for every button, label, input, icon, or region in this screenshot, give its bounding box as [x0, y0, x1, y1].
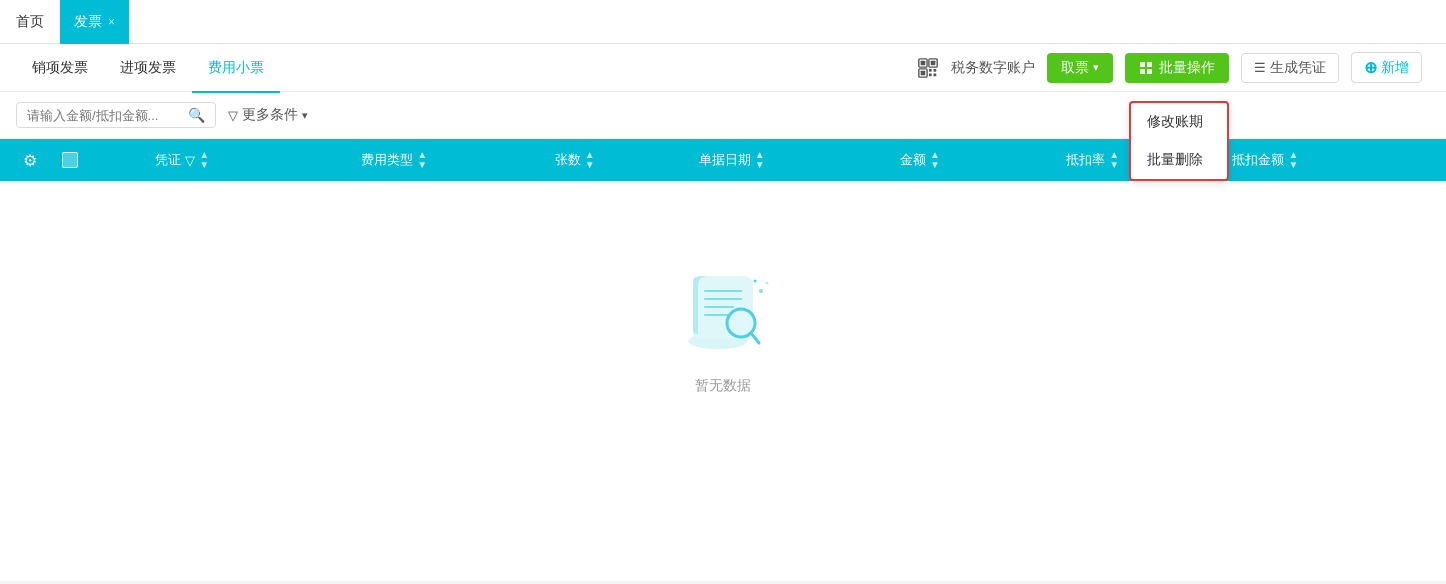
filter-icon: ▽ — [228, 108, 238, 123]
svg-rect-10 — [1140, 62, 1145, 67]
empty-state: 暂无数据 — [0, 181, 1446, 435]
invoice-tab[interactable]: 发票 × — [60, 0, 129, 44]
deduct-sort-icon[interactable]: ▲▼ — [1288, 150, 1298, 170]
th-expense-type[interactable]: 费用类型 ▲▼ — [276, 150, 511, 170]
th-date-label: 单据日期 — [699, 151, 751, 169]
svg-point-20 — [732, 314, 750, 332]
th-expense-label: 费用类型 — [361, 151, 413, 169]
generate-voucher-label: 生成凭证 — [1270, 59, 1326, 77]
secondary-nav: 销项发票 进项发票 费用小票 税务数字账户 取票 ▾ — [0, 44, 1446, 92]
expense-sort-icon[interactable]: ▲▼ — [417, 150, 427, 170]
take-ticket-button[interactable]: 取票 ▾ — [1047, 53, 1113, 83]
more-conditions-btn[interactable]: ▽ 更多条件 ▾ — [228, 106, 308, 124]
th-rate-label: 抵扣率 — [1066, 151, 1105, 169]
svg-point-24 — [754, 280, 757, 283]
batch-dropdown-menu: 修改账期 批量删除 — [1129, 101, 1229, 181]
count-sort-icon[interactable]: ▲▼ — [585, 150, 595, 170]
batch-delete-item[interactable]: 批量删除 — [1131, 141, 1227, 179]
gear-icon[interactable]: ⚙ — [23, 151, 37, 170]
svg-rect-8 — [929, 73, 932, 76]
svg-rect-6 — [929, 68, 932, 71]
add-label: 新增 — [1381, 59, 1409, 77]
date-sort-icon[interactable]: ▲▼ — [755, 150, 765, 170]
close-icon[interactable]: × — [108, 15, 115, 29]
batch-icon — [1139, 60, 1155, 76]
th-checkbox[interactable] — [52, 152, 88, 168]
th-date[interactable]: 单据日期 ▲▼ — [637, 150, 825, 170]
qr-icon[interactable] — [917, 57, 939, 79]
th-voucher-label: 凭证 — [155, 151, 181, 169]
top-nav: 首页 发票 × — [0, 0, 1446, 44]
svg-rect-9 — [934, 73, 937, 76]
svg-rect-4 — [931, 60, 936, 65]
select-all-checkbox[interactable] — [62, 152, 78, 168]
tab-sales-invoice[interactable]: 销项发票 — [16, 45, 104, 93]
batch-ops-label: 批量操作 — [1159, 59, 1215, 77]
th-voucher[interactable]: 凭证 ▽ ▲▼ — [88, 150, 276, 170]
th-amount[interactable]: 金额 ▲▼ — [826, 150, 1014, 170]
table-header: ⚙ 凭证 ▽ ▲▼ 费用类型 ▲▼ 张数 ▲▼ 单据日期 ▲▼ 金额 ▲▼ 抵扣… — [0, 139, 1446, 181]
toolbar-right: 税务数字账户 取票 ▾ 批量操作 修改账期 批量删除 — [917, 52, 1430, 83]
qr-svg — [917, 57, 939, 79]
filter-bar: 🔍 ▽ 更多条件 ▾ — [0, 92, 1446, 139]
voucher-icon: ☰ — [1254, 60, 1266, 75]
th-deduct-label: 抵扣金额 — [1232, 151, 1284, 169]
add-button[interactable]: ⊕ 新增 — [1351, 52, 1422, 83]
plus-icon: ⊕ — [1364, 58, 1377, 77]
tab-expense-receipt[interactable]: 费用小票 — [192, 45, 280, 93]
home-link[interactable]: 首页 — [0, 13, 60, 31]
svg-line-21 — [751, 333, 759, 343]
more-conditions-label: 更多条件 — [242, 106, 298, 124]
chevron-down-icon: ▾ — [302, 109, 308, 122]
empty-illustration — [663, 261, 783, 361]
content-area: 暂无数据 — [0, 181, 1446, 581]
th-settings[interactable]: ⚙ — [8, 151, 52, 170]
th-count-label: 张数 — [555, 151, 581, 169]
take-ticket-label: 取票 — [1061, 59, 1089, 77]
invoice-tab-label: 发票 — [74, 13, 102, 31]
tab-purchase-invoice[interactable]: 进项发票 — [104, 45, 192, 93]
th-amount-label: 金额 — [900, 151, 926, 169]
svg-rect-11 — [1147, 62, 1152, 67]
svg-rect-7 — [934, 68, 937, 71]
modify-period-item[interactable]: 修改账期 — [1131, 103, 1227, 141]
batch-ops-wrap: 批量操作 修改账期 批量删除 — [1125, 53, 1229, 83]
generate-voucher-button[interactable]: ☰ 生成凭证 — [1241, 53, 1339, 83]
svg-rect-3 — [921, 60, 926, 65]
search-icon[interactable]: 🔍 — [188, 107, 205, 123]
svg-point-23 — [766, 282, 769, 285]
chevron-down-icon: ▾ — [1093, 61, 1099, 74]
batch-ops-button[interactable]: 批量操作 — [1125, 53, 1229, 83]
svg-rect-13 — [1147, 69, 1152, 74]
th-count[interactable]: 张数 ▲▼ — [512, 150, 638, 170]
tax-digital-account-btn[interactable]: 税务数字账户 — [951, 59, 1035, 77]
svg-rect-5 — [921, 70, 926, 75]
voucher-sort-icon[interactable]: ▲▼ — [199, 150, 209, 170]
svg-rect-12 — [1140, 69, 1145, 74]
rate-sort-icon[interactable]: ▲▼ — [1109, 150, 1119, 170]
search-wrap: 🔍 — [16, 102, 216, 128]
voucher-filter-icon[interactable]: ▽ — [185, 153, 195, 168]
empty-text: 暂无数据 — [695, 377, 751, 395]
svg-point-22 — [759, 289, 763, 293]
search-input[interactable] — [27, 108, 188, 123]
amount-sort-icon[interactable]: ▲▼ — [930, 150, 940, 170]
